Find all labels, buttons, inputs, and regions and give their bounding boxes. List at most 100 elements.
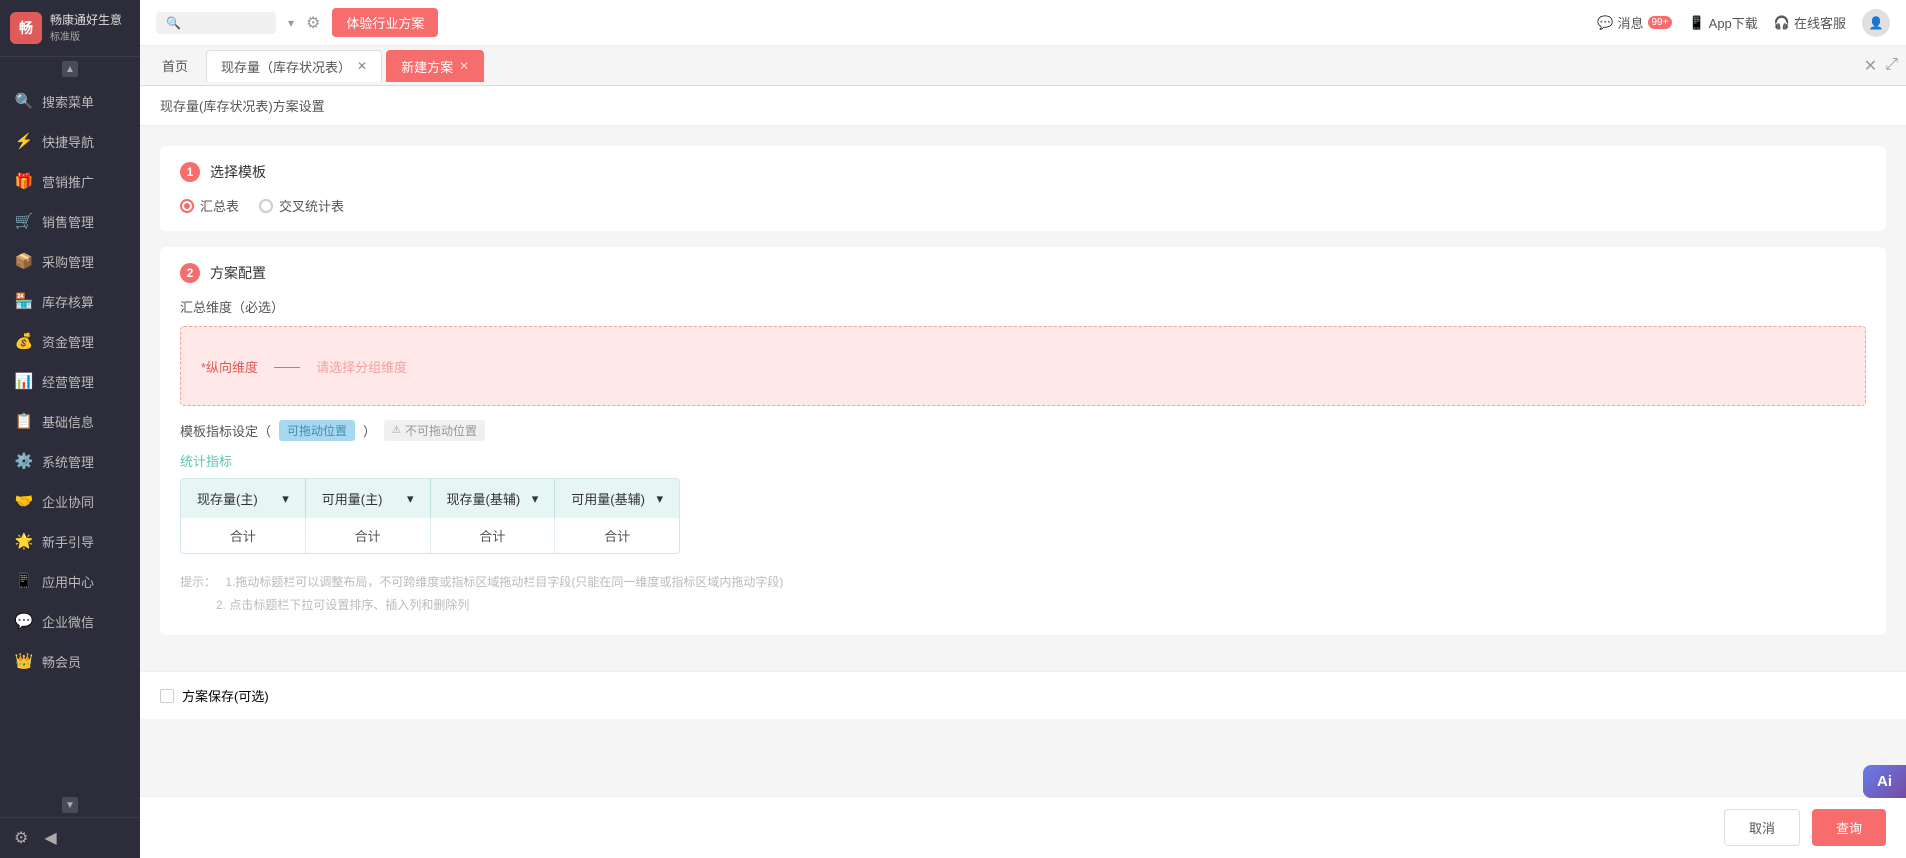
form-container: 1 选择模板 汇总表 交叉统计表 2	[140, 126, 1906, 671]
radio-summary[interactable]: 汇总表	[180, 196, 239, 215]
tab-new-close[interactable]: ✕	[459, 59, 469, 73]
indicator-settings-label: 模板指标设定（ 可拖动位置 ） ⚠ 不可拖动位置	[180, 420, 1866, 441]
radio-summary-label: 汇总表	[200, 196, 239, 215]
message-badge: 99+	[1648, 16, 1673, 29]
step2-num: 2	[180, 263, 200, 283]
save-checkbox-row: 方案保存(可选)	[140, 671, 1906, 719]
sidebar-item-inventory[interactable]: 🏪 库存核算	[0, 281, 140, 321]
sidebar-item-search[interactable]: 🔍 搜索菜单	[0, 81, 140, 121]
trial-btn[interactable]: 体验行业方案	[332, 8, 438, 37]
tab-close-all-icon[interactable]: ✕	[1864, 56, 1877, 76]
sidebar-item-operation[interactable]: 📊 经营管理	[0, 361, 140, 401]
logo-edition: 标准版	[50, 28, 122, 43]
sidebar-item-member[interactable]: 👑 畅会员	[0, 641, 140, 681]
col-label-3: 可用量(基辅)	[571, 489, 645, 508]
sidebar-item-system[interactable]: ⚙️ 系统管理	[0, 441, 140, 481]
user-avatar[interactable]: 👤	[1862, 9, 1890, 37]
tabbar-controls: ✕ ⤢	[1864, 56, 1906, 76]
topbar-dropdown[interactable]: ▾	[288, 16, 294, 30]
step2-header: 2 方案配置	[180, 263, 1866, 283]
collapse-footer-icon[interactable]: ◀	[44, 828, 56, 848]
marketing-icon: 🎁	[14, 171, 34, 191]
search-nav-icon: 🔍	[14, 91, 34, 111]
col-header-2[interactable]: 现存量(基辅) ▾	[431, 479, 556, 518]
sidebar-item-apps[interactable]: 📱 应用中心	[0, 561, 140, 601]
scroll-down-btn[interactable]: ▼	[0, 793, 140, 817]
bottom-bar: 取消 查询	[140, 796, 1906, 858]
tab-expand-icon[interactable]: ⤢	[1885, 56, 1898, 76]
sidebar-item-label: 库存核算	[42, 292, 94, 311]
dimension-box[interactable]: *纵向维度 —— 请选择分组维度	[180, 326, 1866, 406]
radio-cross[interactable]: 交叉统计表	[259, 196, 344, 215]
online-service-btn[interactable]: 🎧 在线客服	[1774, 13, 1846, 32]
sidebar-item-wechat[interactable]: 💬 企业微信	[0, 601, 140, 641]
indicator-label-text: 模板指标设定（	[180, 421, 271, 440]
tab-inventory-label: 现存量（库存状况表）	[221, 57, 351, 76]
radio-cross-label: 交叉统计表	[279, 196, 344, 215]
col-header-0[interactable]: 现存量(主) ▾	[181, 479, 306, 518]
tips-title: 提示：	[180, 575, 222, 589]
member-icon: 👑	[14, 651, 34, 671]
logo-icon: 畅	[10, 12, 42, 44]
scroll-up-btn[interactable]: ▲	[0, 57, 140, 81]
tab-inventory-close[interactable]: ✕	[357, 59, 367, 73]
sidebar-item-marketing[interactable]: 🎁 营销推广	[0, 161, 140, 201]
wechat-icon: 💬	[14, 611, 34, 631]
sidebar-item-purchase[interactable]: 📦 采购管理	[0, 241, 140, 281]
sidebar-item-label: 企业微信	[42, 612, 94, 631]
stats-section-title: 统计指标	[180, 451, 1866, 470]
sidebar-nav: 🔍 搜索菜单 ⚡ 快捷导航 🎁 营销推广 🛒 销售管理 📦 采购管理 🏪 库存核…	[0, 81, 140, 793]
badge-draggable: 可拖动位置	[279, 420, 355, 441]
search-topbar-icon: 🔍	[166, 16, 181, 30]
message-icon: 💬	[1597, 15, 1613, 31]
col-chevron-3: ▾	[656, 491, 663, 507]
sidebar-footer: ⚙ ◀	[0, 817, 140, 858]
stats-table: 现存量(主) ▾ 可用量(主) ▾ 现存量(基辅) ▾	[180, 478, 680, 554]
topbar-gear-icon[interactable]: ⚙	[306, 13, 320, 33]
apps-icon: 📱	[14, 571, 34, 591]
col-data-1: 合计	[306, 518, 431, 553]
cancel-button[interactable]: 取消	[1724, 809, 1800, 846]
sidebar-item-label: 系统管理	[42, 452, 94, 471]
col-data-3: 合计	[555, 518, 679, 553]
app-download-btn[interactable]: 📱 App下载	[1688, 13, 1757, 32]
agreement-icon: 🤝	[14, 491, 34, 511]
step1-title: 选择模板	[210, 162, 266, 182]
sidebar-item-label: 资金管理	[42, 332, 94, 351]
content-area: 现存量(库存状况表)方案设置 1 选择模板 汇总表 交叉统计表	[140, 86, 1906, 796]
settings-footer-icon[interactable]: ⚙	[14, 828, 28, 848]
dimension-required-label: *纵向维度	[201, 357, 258, 376]
sidebar-item-basic[interactable]: 📋 基础信息	[0, 401, 140, 441]
sidebar-item-label: 销售管理	[42, 212, 94, 231]
tab-home[interactable]: 首页	[148, 50, 202, 81]
sidebar-item-label: 应用中心	[42, 572, 94, 591]
page-title: 现存量(库存状况表)方案设置	[140, 86, 1906, 126]
sidebar-item-label: 搜索菜单	[42, 92, 94, 111]
badge-undraggable: ⚠ 不可拖动位置	[384, 420, 485, 441]
sidebar-item-finance[interactable]: 💰 资金管理	[0, 321, 140, 361]
sidebar-item-guide[interactable]: 🌟 新手引导	[0, 521, 140, 561]
tab-new-scheme[interactable]: 新建方案 ✕	[386, 50, 484, 82]
sidebar-item-shortcut[interactable]: ⚡ 快捷导航	[0, 121, 140, 161]
sidebar-item-sales[interactable]: 🛒 销售管理	[0, 201, 140, 241]
col-header-1[interactable]: 可用量(主) ▾	[306, 479, 431, 518]
query-button[interactable]: 查询	[1812, 809, 1886, 846]
sidebar-item-agreement[interactable]: 🤝 企业协同	[0, 481, 140, 521]
tab-new-label: 新建方案	[401, 57, 453, 76]
save-checkbox[interactable]	[160, 689, 174, 703]
sidebar-item-label: 采购管理	[42, 252, 94, 271]
dimension-placeholder: 请选择分组维度	[316, 357, 407, 376]
ai-badge[interactable]: Ai	[1863, 765, 1906, 798]
col-header-3[interactable]: 可用量(基辅) ▾	[555, 479, 679, 518]
tip-text-2: 2. 点击标题栏下拉可设置排序、插入列和删除列	[216, 598, 469, 612]
sidebar-item-label: 快捷导航	[42, 132, 94, 151]
message-btn[interactable]: 💬 消息 99+	[1597, 13, 1672, 32]
tips-section: 提示： 1.拖动标题栏可以调整布局，不可跨维度或指标区域拖动栏目字段(只能在同一…	[180, 573, 1866, 615]
guide-icon: 🌟	[14, 531, 34, 551]
col-data-0: 合计	[181, 518, 306, 553]
basic-icon: 📋	[14, 411, 34, 431]
tab-inventory-status[interactable]: 现存量（库存状况表） ✕	[206, 50, 382, 82]
undraggable-label: 不可拖动位置	[405, 422, 477, 439]
tip-2: 2. 点击标题栏下拉可设置排序、插入列和删除列	[180, 596, 1866, 615]
topbar-search-box[interactable]: 🔍	[156, 12, 276, 34]
